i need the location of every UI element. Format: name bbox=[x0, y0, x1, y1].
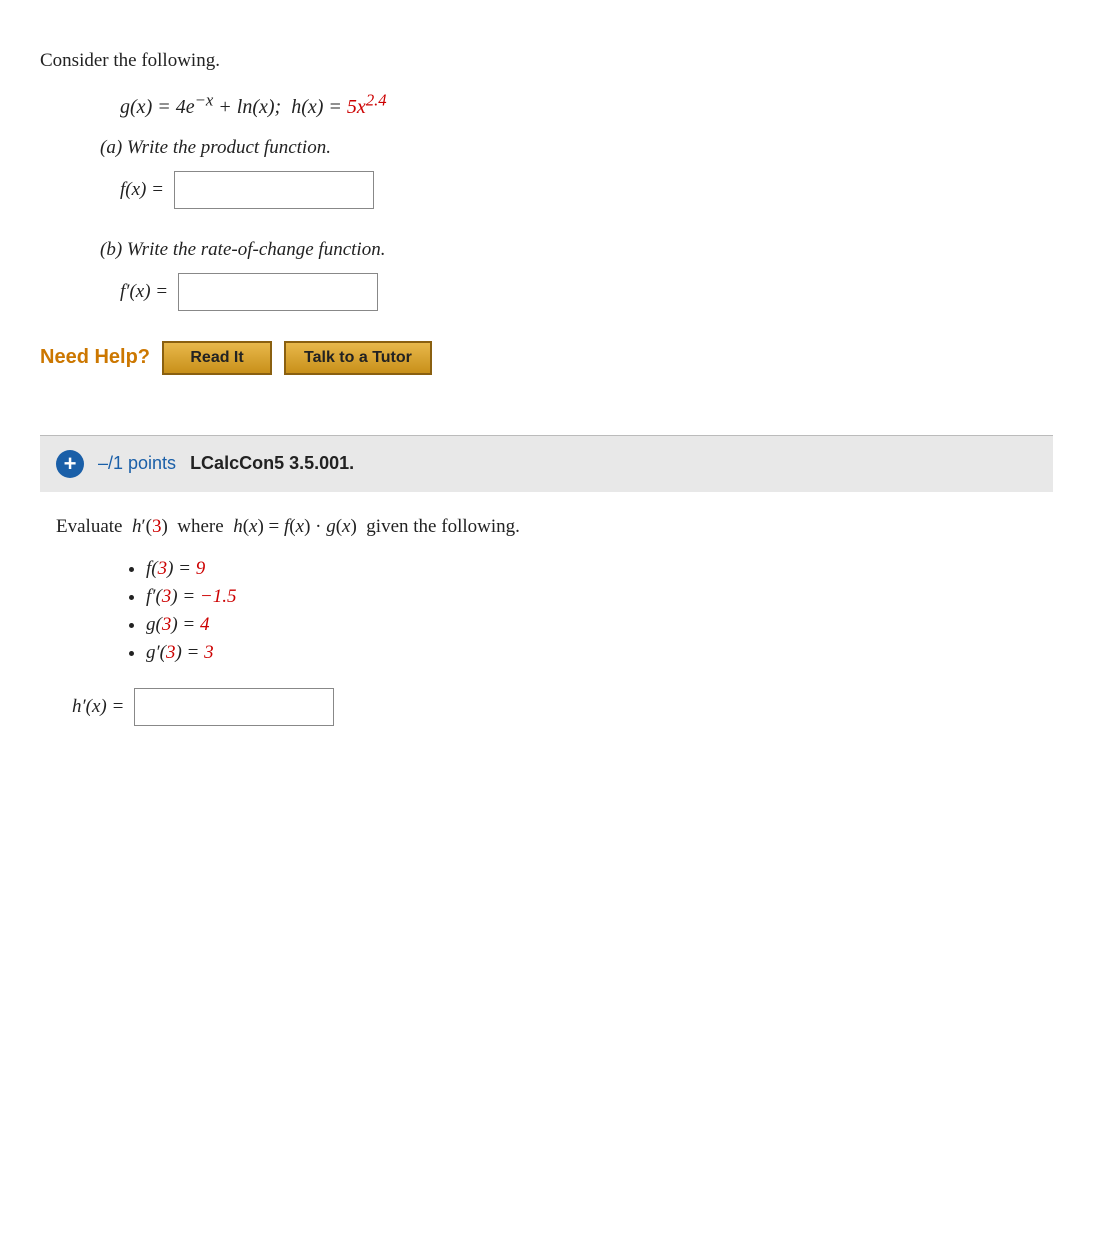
hprime-label: h′(x) = bbox=[72, 696, 124, 718]
plus-icon[interactable]: + bbox=[56, 450, 84, 478]
section2-header: + –/1 points LCalcCon5 3.5.001. bbox=[40, 436, 1053, 492]
list-item: g(3) = 4 bbox=[146, 614, 1037, 636]
points-text: –/1 points bbox=[98, 453, 176, 474]
hprime-input[interactable] bbox=[134, 688, 334, 726]
section2-body: Evaluate h′(3) where h(x) = f(x) · g(x) … bbox=[40, 492, 1053, 756]
g-function-text: g(x) = 4e−x + ln(x); h(x) = 5x2.4 bbox=[120, 96, 387, 118]
consider-text: Consider the following. bbox=[40, 50, 1053, 72]
list-item: g′(3) = 3 bbox=[146, 642, 1037, 664]
part-b-input[interactable] bbox=[178, 273, 378, 311]
part-a-input-row: f(x) = bbox=[120, 171, 1053, 209]
list-item: f(3) = 9 bbox=[146, 558, 1037, 580]
evaluate-line: Evaluate h′(3) where h(x) = f(x) · g(x) … bbox=[56, 516, 1037, 538]
part-a-input-label: f(x) = bbox=[120, 179, 164, 201]
given-functions-line: g(x) = 4e−x + ln(x); h(x) = 5x2.4 bbox=[120, 90, 1053, 119]
page-wrapper: Consider the following. g(x) = 4e−x + ln… bbox=[0, 0, 1093, 786]
talk-to-tutor-button[interactable]: Talk to a Tutor bbox=[284, 341, 432, 375]
part-a-input[interactable] bbox=[174, 171, 374, 209]
part-a-label: (a) Write the product function. bbox=[100, 137, 1053, 159]
problem-id: LCalcCon5 3.5.001. bbox=[190, 453, 354, 474]
part-b-input-label: f′(x) = bbox=[120, 281, 168, 303]
need-help-label: Need Help? bbox=[40, 346, 150, 369]
need-help-row: Need Help? Read It Talk to a Tutor bbox=[40, 341, 1053, 375]
bullet-list: f(3) = 9 f′(3) = −1.5 g(3) = 4 g′(3) = 3 bbox=[146, 558, 1037, 664]
part-b-label: (b) Write the rate-of-change function. bbox=[100, 239, 1053, 261]
list-item: f′(3) = −1.5 bbox=[146, 586, 1037, 608]
section-top: Consider the following. g(x) = 4e−x + ln… bbox=[40, 30, 1053, 405]
hprime-row: h′(x) = bbox=[72, 688, 1037, 726]
part-b-input-row: f′(x) = bbox=[120, 273, 1053, 311]
read-it-button[interactable]: Read It bbox=[162, 341, 272, 375]
